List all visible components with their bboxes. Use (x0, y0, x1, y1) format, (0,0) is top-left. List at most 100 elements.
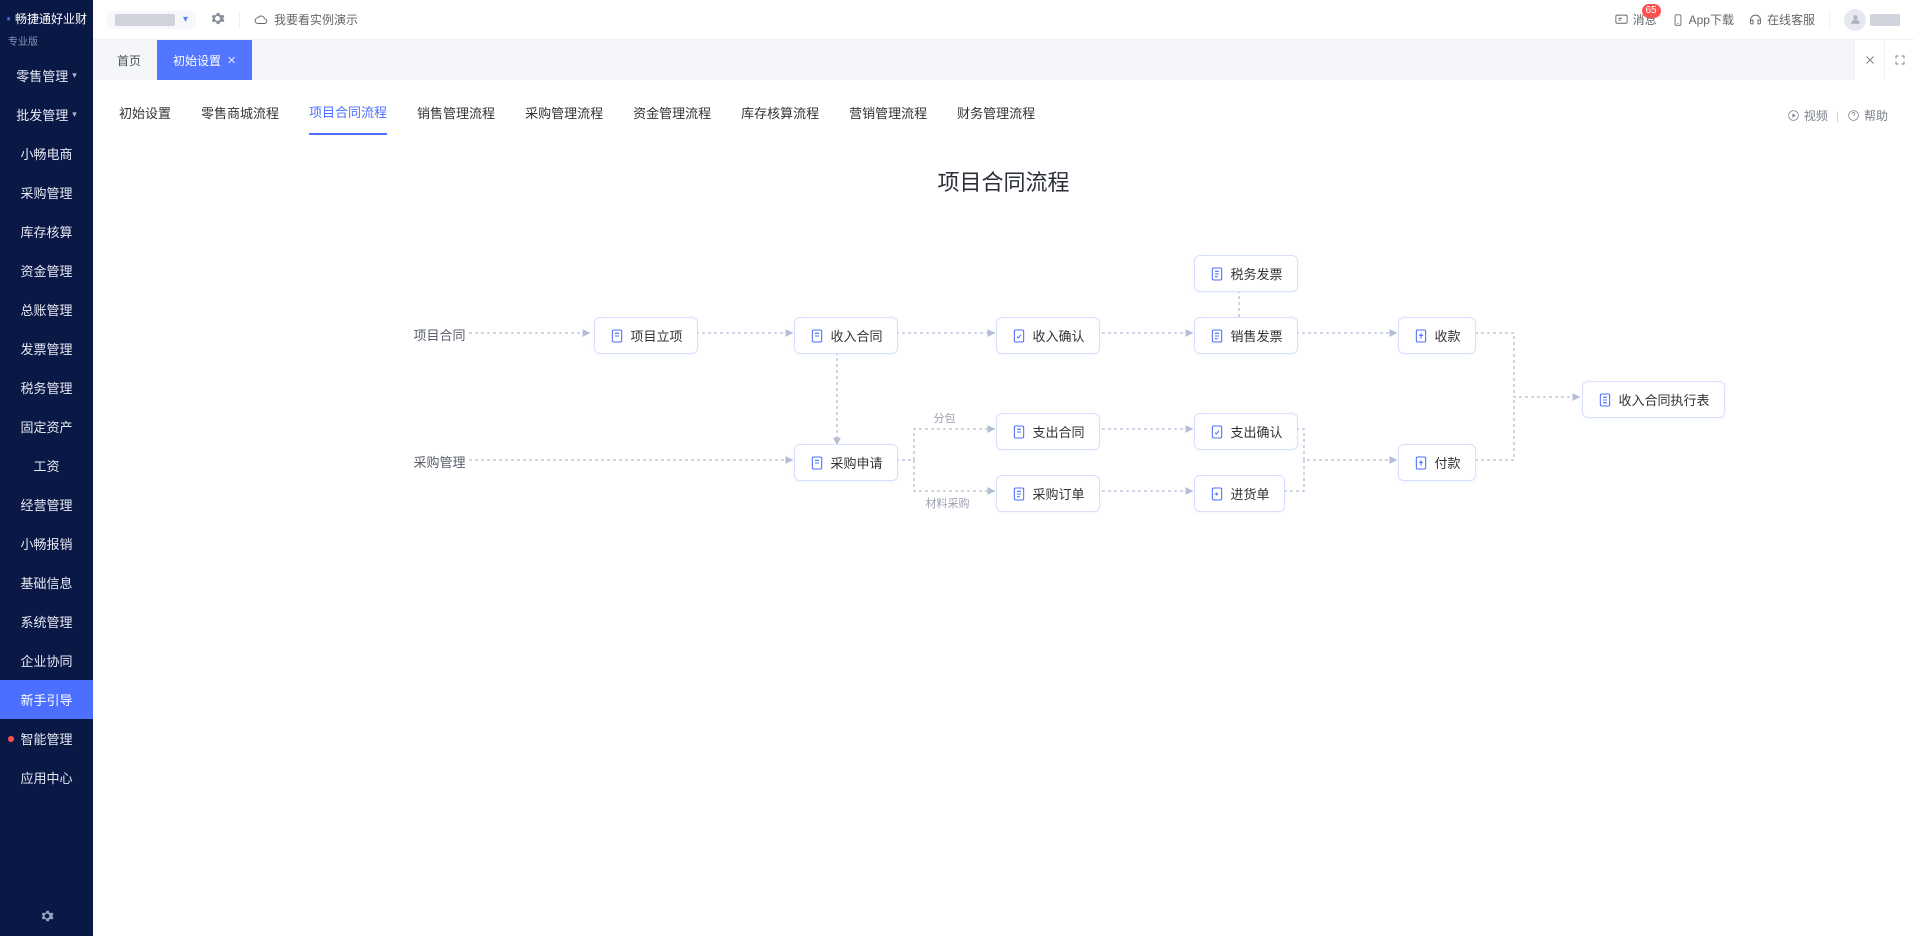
node-sales-invoice[interactable]: 销售发票 (1194, 317, 1298, 354)
branch-label-outsource: 分包 (934, 410, 956, 426)
nav-item-18[interactable]: 应用中心 (0, 758, 93, 797)
node-goods-in[interactable]: 进货单 (1194, 475, 1285, 512)
nav-item-10[interactable]: 工资 (0, 446, 93, 485)
user-menu[interactable] (1844, 9, 1900, 31)
subtab-8[interactable]: 财务管理流程 (957, 97, 1035, 134)
nav-item-1[interactable]: 批发管理 ▾ (0, 95, 93, 134)
nav-item-2[interactable]: 小畅电商 (0, 134, 93, 173)
node-tax-invoice[interactable]: 税务发票 (1194, 255, 1298, 292)
nav-item-17[interactable]: 智能管理 (0, 719, 93, 758)
nav-item-16[interactable]: 新手引导 (0, 680, 93, 719)
demo-link[interactable]: 我要看实例演示 (239, 11, 358, 28)
node-income-confirm[interactable]: 收入确认 (996, 317, 1100, 354)
tab-1[interactable]: 初始设置 ✕ (157, 40, 252, 80)
support-button[interactable]: 在线客服 (1748, 11, 1815, 28)
avatar-icon (1844, 9, 1866, 31)
nav-item-0[interactable]: 零售管理▾ (0, 56, 93, 95)
play-icon (1787, 109, 1800, 122)
nav-label: 经营管理 (20, 495, 72, 514)
messages-badge: 65 (1642, 4, 1661, 18)
branch-label-materials: 材料采购 (926, 495, 970, 511)
sidebar-settings[interactable] (0, 899, 93, 936)
close-tab-button[interactable] (1854, 40, 1884, 80)
row-label-purchase: 采购管理 (414, 452, 466, 471)
nav-item-7[interactable]: 发票管理 (0, 329, 93, 368)
nav-label: 企业协同 (20, 651, 72, 670)
nav-item-14[interactable]: 系统管理 (0, 602, 93, 641)
app-edition: 专业版 (0, 33, 93, 56)
nav-label: 智能管理 (20, 729, 72, 748)
nav-label: 零售管理 (16, 66, 68, 85)
logo: 畅捷通好业财 (0, 0, 93, 33)
node-income-contract-exec[interactable]: 收入合同执行表 (1582, 381, 1725, 418)
subtab-0[interactable]: 初始设置 (119, 97, 171, 134)
user-name-masked (1870, 14, 1900, 26)
download-label: App下载 (1689, 11, 1734, 28)
flow-title: 项目合同流程 (109, 135, 1898, 237)
settings-button[interactable] (210, 11, 225, 29)
node-receive[interactable]: 收款 (1398, 317, 1476, 354)
tab-0[interactable]: 首页 (101, 40, 157, 80)
nav-item-11[interactable]: 经营管理 (0, 485, 93, 524)
nav-label: 小畅电商 (20, 144, 72, 163)
sidebar: 畅捷通好业财 专业版 零售管理▾ 批发管理 ▾ 小畅电商采购管理库存核算资金管理总账管… (0, 0, 93, 936)
subtab-1[interactable]: 零售商城流程 (201, 97, 279, 134)
nav-label: 资金管理 (20, 261, 72, 280)
nav-item-6[interactable]: 总账管理 (0, 290, 93, 329)
node-expense-contract[interactable]: 支出合同 (996, 413, 1100, 450)
node-purchase-apply[interactable]: 采购申请 (794, 444, 898, 481)
nav-label: 批发管理 (16, 105, 68, 124)
message-icon (1614, 12, 1629, 27)
chevron-down-icon: ▾ (183, 14, 188, 25)
dot-indicator (8, 736, 14, 742)
gear-icon (210, 11, 225, 26)
gear-icon (40, 909, 54, 923)
subtab-2[interactable]: 项目合同流程 (309, 96, 387, 135)
nav-item-8[interactable]: 税务管理 (0, 368, 93, 407)
nav-label: 库存核算 (20, 222, 72, 241)
fullscreen-button[interactable] (1884, 40, 1914, 80)
close-icon[interactable]: ✕ (227, 54, 236, 67)
nav-item-4[interactable]: 库存核算 (0, 212, 93, 251)
headset-icon (1748, 12, 1763, 27)
nav-item-3[interactable]: 采购管理 (0, 173, 93, 212)
help-link[interactable]: 帮助 (1847, 107, 1888, 124)
flow-canvas: 项目合同 采购管理 分包 材料采购 税务发票 项目立项 收入合同 收入确认 销售… (304, 237, 1704, 597)
support-label: 在线客服 (1767, 11, 1815, 28)
app-download-button[interactable]: App下载 (1671, 11, 1734, 28)
video-link[interactable]: 视频 (1787, 107, 1828, 124)
node-pay[interactable]: 付款 (1398, 444, 1476, 481)
tab-label: 初始设置 (173, 52, 221, 69)
node-income-contract[interactable]: 收入合同 (794, 317, 898, 354)
nav-item-13[interactable]: 基础信息 (0, 563, 93, 602)
nav-item-9[interactable]: 固定资产 (0, 407, 93, 446)
nav-label: 应用中心 (20, 768, 72, 787)
nav-list: 零售管理▾ 批发管理 ▾ 小畅电商采购管理库存核算资金管理总账管理发票管理税务管理固定… (0, 56, 93, 899)
subtab-7[interactable]: 营销管理流程 (849, 97, 927, 134)
help-label: 帮助 (1864, 107, 1888, 124)
cloud-icon (254, 13, 268, 27)
nav-item-5[interactable]: 资金管理 (0, 251, 93, 290)
node-purchase-order[interactable]: 采购订单 (996, 475, 1100, 512)
nav-label: 新手引导 (20, 690, 72, 709)
chevron-down-icon: ▾ (72, 109, 77, 120)
nav-label: 税务管理 (20, 378, 72, 397)
nav-item-12[interactable]: 小畅报销 (0, 524, 93, 563)
subtab-row: 初始设置零售商城流程项目合同流程销售管理流程采购管理流程资金管理流程库存核算流程… (109, 80, 1898, 135)
subtab-4[interactable]: 采购管理流程 (525, 97, 603, 134)
demo-label: 我要看实例演示 (274, 11, 358, 28)
nav-label: 总账管理 (20, 300, 72, 319)
divider (1829, 12, 1830, 28)
help-icon (1847, 109, 1860, 122)
org-selector[interactable]: ▾ (107, 11, 196, 29)
node-project-setup[interactable]: 项目立项 (594, 317, 698, 354)
messages-button[interactable]: 消息 65 (1614, 11, 1657, 28)
nav-label: 基础信息 (20, 573, 72, 592)
nav-item-15[interactable]: 企业协同 (0, 641, 93, 680)
subtab-5[interactable]: 资金管理流程 (633, 97, 711, 134)
subtab-3[interactable]: 销售管理流程 (417, 97, 495, 134)
separator: | (1836, 109, 1839, 123)
app-logo-icon (6, 11, 11, 27)
subtab-6[interactable]: 库存核算流程 (741, 97, 819, 134)
node-expense-confirm[interactable]: 支出确认 (1194, 413, 1298, 450)
